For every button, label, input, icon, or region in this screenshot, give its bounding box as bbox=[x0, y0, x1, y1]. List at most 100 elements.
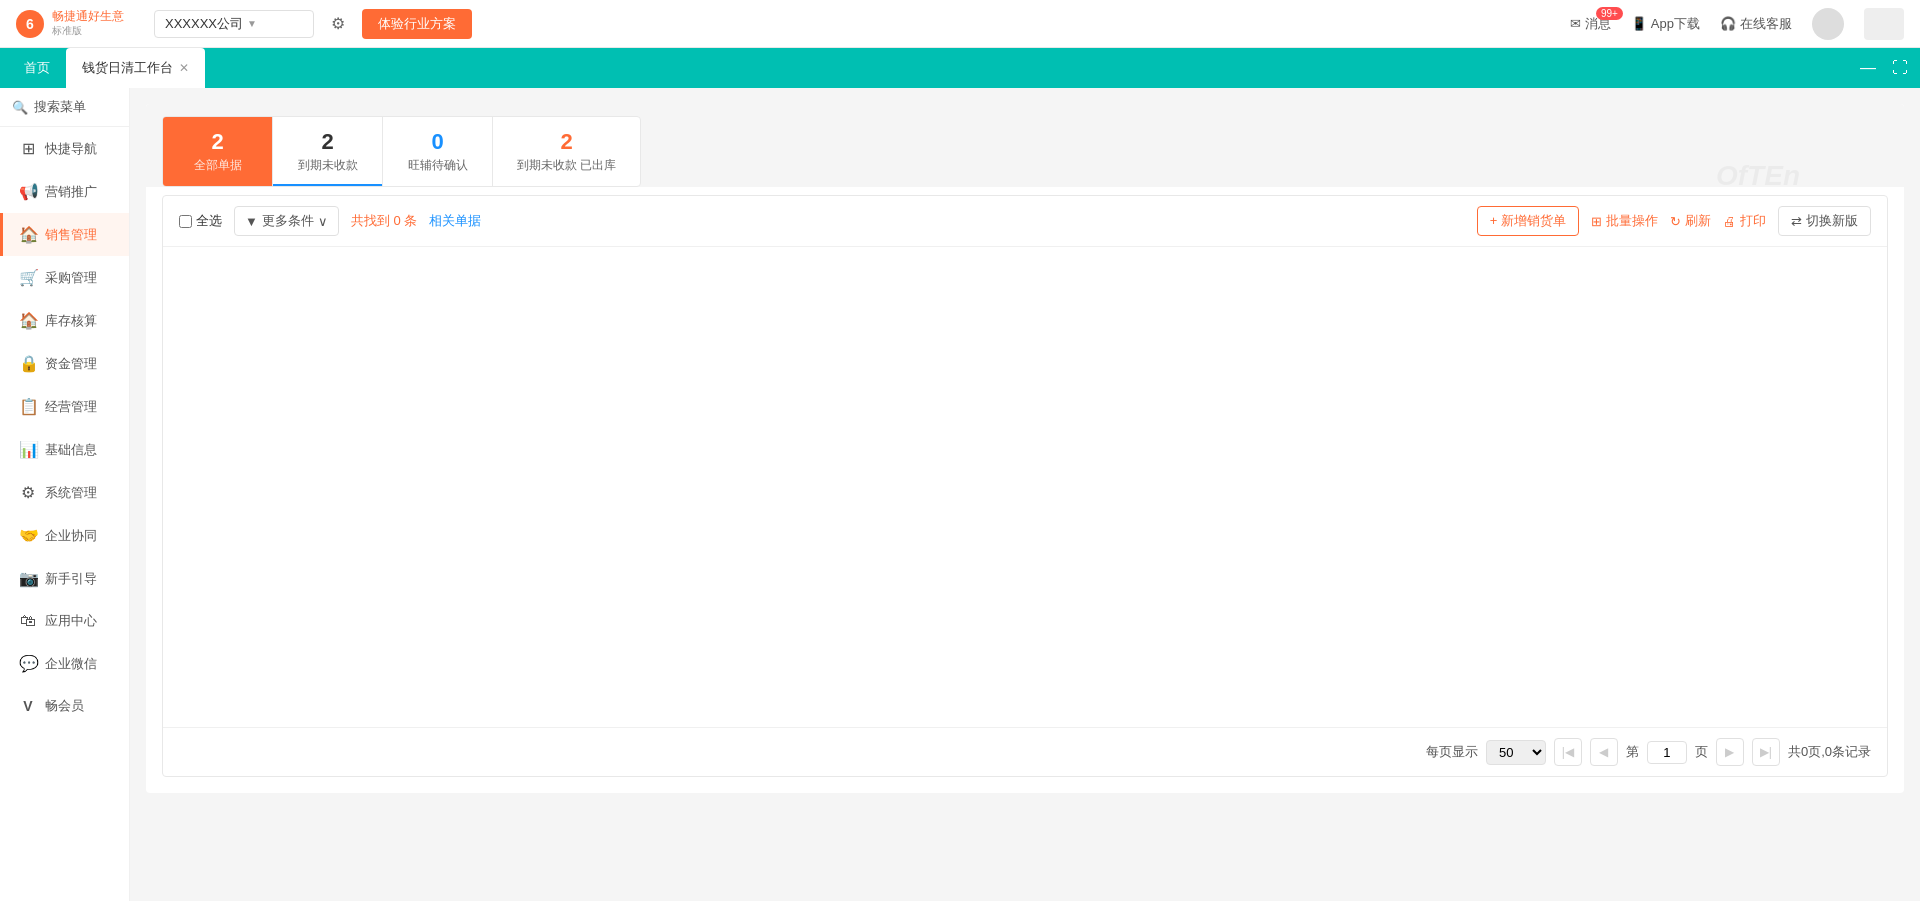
stats-section: 2 全部单据 2 到期未收款 0 旺辅待确认 2 到期未收款 已出库 bbox=[146, 104, 1904, 187]
sidebar-item-marketing[interactable]: 📢 营销推广 bbox=[0, 170, 129, 213]
wangpu-count: 0 bbox=[407, 129, 468, 155]
count-value: 0 bbox=[394, 213, 401, 228]
toolbar-right: + 新增销货单 ⊞ 批量操作 ↻ 刷新 🖨 打印 ⇄ bbox=[1477, 206, 1871, 236]
tab-home[interactable]: 首页 bbox=[8, 48, 66, 88]
page-suffix: 页 bbox=[1695, 743, 1708, 761]
chevron-down-icon: ▼ bbox=[247, 18, 257, 29]
filter-button[interactable]: ▼ 更多条件 ∨ bbox=[234, 206, 339, 236]
sidebar-item-finance[interactable]: 🔒 资金管理 bbox=[0, 342, 129, 385]
operations-icon: 📋 bbox=[19, 397, 37, 416]
related-orders-link[interactable]: 相关单据 bbox=[429, 212, 481, 230]
search-icon: 🔍 bbox=[12, 100, 28, 115]
last-page-button[interactable]: ▶| bbox=[1752, 738, 1780, 766]
overdue-count: 2 bbox=[297, 129, 358, 155]
sidebar-item-basic[interactable]: 📊 基础信息 bbox=[0, 428, 129, 471]
toolbar: 全选 ▼ 更多条件 ∨ 共找到 0 条 相关单据 + 新增销货单 bbox=[163, 196, 1887, 247]
avatar[interactable] bbox=[1812, 8, 1844, 40]
stats-tabs: 2 全部单据 2 到期未收款 0 旺辅待确认 2 到期未收款 已出库 bbox=[162, 116, 641, 187]
guide-icon: 📷 bbox=[19, 569, 37, 588]
table-body bbox=[163, 247, 1887, 727]
switch-version-button[interactable]: ⇄ 切换新版 bbox=[1778, 206, 1871, 236]
sidebar-item-guide[interactable]: 📷 新手引导 bbox=[0, 557, 129, 600]
maximize-icon[interactable]: ⛶ bbox=[1888, 55, 1912, 81]
logo-icon: 6 bbox=[16, 10, 44, 38]
sidebar-item-operations[interactable]: 📋 经营管理 bbox=[0, 385, 129, 428]
tab-workbench[interactable]: 钱货日清工作台 ✕ bbox=[66, 48, 205, 88]
top-header: 6 畅捷通好生意 标准版 XXXXXX公司 ▼ ⚙ 体验行业方案 ✉ 消息 99… bbox=[0, 0, 1920, 48]
sidebar-item-sales[interactable]: 🏠 销售管理 bbox=[0, 213, 129, 256]
pagination-bar: 每页显示 50 100 200 |◀ ◀ 第 页 ▶ ▶| 共0页,0条记录 bbox=[163, 727, 1887, 776]
stats-tab-overdue-out[interactable]: 2 到期未收款 已出库 bbox=[493, 117, 640, 186]
app-download-button[interactable]: 📱 App下载 bbox=[1631, 15, 1700, 33]
nav-tabs-bar: 首页 钱货日清工作台 ✕ — ⛶ bbox=[0, 48, 1920, 88]
sidebar-item-member[interactable]: V 畅会员 bbox=[0, 685, 129, 727]
online-service-button[interactable]: 🎧 在线客服 bbox=[1720, 15, 1792, 33]
per-page-select[interactable]: 50 100 200 bbox=[1486, 740, 1546, 765]
toolbar-left: 全选 ▼ 更多条件 ∨ 共找到 0 条 相关单据 bbox=[179, 206, 1465, 236]
sidebar-item-wechat[interactable]: 💬 企业微信 bbox=[0, 642, 129, 685]
sales-icon: 🏠 bbox=[19, 225, 37, 244]
print-icon: 🖨 bbox=[1723, 214, 1736, 229]
company-name: XXXXXX公司 bbox=[165, 15, 243, 33]
sidebar-search[interactable]: 🔍 搜索菜单 bbox=[0, 88, 129, 127]
message-button[interactable]: ✉ 消息 99+ bbox=[1570, 15, 1611, 33]
filter-icon: ▼ bbox=[245, 214, 258, 229]
logo-sub: 标准版 bbox=[52, 24, 124, 38]
avatar-extra[interactable] bbox=[1864, 8, 1904, 40]
overdue-label: 到期未收款 bbox=[297, 157, 358, 174]
sidebar-item-inventory[interactable]: 🏠 库存核算 bbox=[0, 299, 129, 342]
select-all-input[interactable] bbox=[179, 215, 192, 228]
sidebar-item-purchase[interactable]: 🛒 采购管理 bbox=[0, 256, 129, 299]
settings-button[interactable]: ⚙ bbox=[322, 8, 354, 40]
found-count: 共找到 0 条 bbox=[351, 212, 417, 230]
basic-icon: 📊 bbox=[19, 440, 37, 459]
sidebar-item-quick-nav[interactable]: ⊞ 快捷导航 bbox=[0, 127, 129, 170]
first-page-button[interactable]: |◀ bbox=[1554, 738, 1582, 766]
content-wrapper: 2 全部单据 2 到期未收款 0 旺辅待确认 2 到期未收款 已出库 bbox=[146, 104, 1904, 793]
inventory-icon: 🏠 bbox=[19, 311, 37, 330]
sidebar-item-system[interactable]: ⚙ 系统管理 bbox=[0, 471, 129, 514]
batch-icon: ⊞ bbox=[1591, 214, 1602, 229]
per-page-label: 每页显示 bbox=[1426, 743, 1478, 761]
nav-tabs-actions: — ⛶ bbox=[1856, 55, 1912, 81]
print-button[interactable]: 🖨 打印 bbox=[1723, 212, 1766, 230]
gear-icon: ⚙ bbox=[331, 14, 345, 33]
finance-icon: 🔒 bbox=[19, 354, 37, 373]
quick-nav-icon: ⊞ bbox=[19, 139, 37, 158]
switch-icon: ⇄ bbox=[1791, 214, 1802, 229]
message-icon: ✉ bbox=[1570, 16, 1581, 31]
sidebar-item-app-center[interactable]: 🛍 应用中心 bbox=[0, 600, 129, 642]
page-number-input[interactable] bbox=[1647, 741, 1687, 764]
overdue-out-label: 到期未收款 已出库 bbox=[517, 157, 616, 174]
stats-tab-overdue[interactable]: 2 到期未收款 bbox=[273, 117, 383, 186]
minimize-icon[interactable]: — bbox=[1856, 55, 1880, 81]
experience-button[interactable]: 体验行业方案 bbox=[362, 9, 472, 39]
batch-operation-button[interactable]: ⊞ 批量操作 bbox=[1591, 212, 1658, 230]
refresh-button[interactable]: ↻ 刷新 bbox=[1670, 212, 1711, 230]
service-icon: 🎧 bbox=[1720, 16, 1736, 31]
system-icon: ⚙ bbox=[19, 483, 37, 502]
app-center-icon: 🛍 bbox=[19, 612, 37, 630]
sidebar: 🔍 搜索菜单 ⊞ 快捷导航 📢 营销推广 🏠 销售管理 🛒 采购管理 🏠 库存核… bbox=[0, 88, 130, 901]
next-page-button[interactable]: ▶ bbox=[1716, 738, 1744, 766]
logo-area: 6 畅捷通好生意 标准版 bbox=[16, 9, 146, 39]
sidebar-item-enterprise[interactable]: 🤝 企业协同 bbox=[0, 514, 129, 557]
wangpu-label: 旺辅待确认 bbox=[407, 157, 468, 174]
enterprise-icon: 🤝 bbox=[19, 526, 37, 545]
refresh-icon: ↻ bbox=[1670, 214, 1681, 229]
main-content: 2 全部单据 2 到期未收款 0 旺辅待确认 2 到期未收款 已出库 bbox=[130, 88, 1920, 901]
wechat-icon: 💬 bbox=[19, 654, 37, 673]
chevron-down-icon: ∨ bbox=[318, 214, 328, 229]
stats-tab-wangpu[interactable]: 0 旺辅待确认 bbox=[383, 117, 493, 186]
tab-close-icon[interactable]: ✕ bbox=[179, 61, 189, 75]
select-all-checkbox[interactable]: 全选 bbox=[179, 212, 222, 230]
company-selector[interactable]: XXXXXX公司 ▼ bbox=[154, 10, 314, 38]
app-icon: 📱 bbox=[1631, 16, 1647, 31]
prev-page-button[interactable]: ◀ bbox=[1590, 738, 1618, 766]
member-icon: V bbox=[19, 698, 37, 714]
new-sales-order-button[interactable]: + 新增销货单 bbox=[1477, 206, 1579, 236]
overdue-out-count: 2 bbox=[517, 129, 616, 155]
total-records: 共0页,0条记录 bbox=[1788, 743, 1871, 761]
stats-tab-all[interactable]: 2 全部单据 bbox=[163, 117, 273, 186]
purchase-icon: 🛒 bbox=[19, 268, 37, 287]
